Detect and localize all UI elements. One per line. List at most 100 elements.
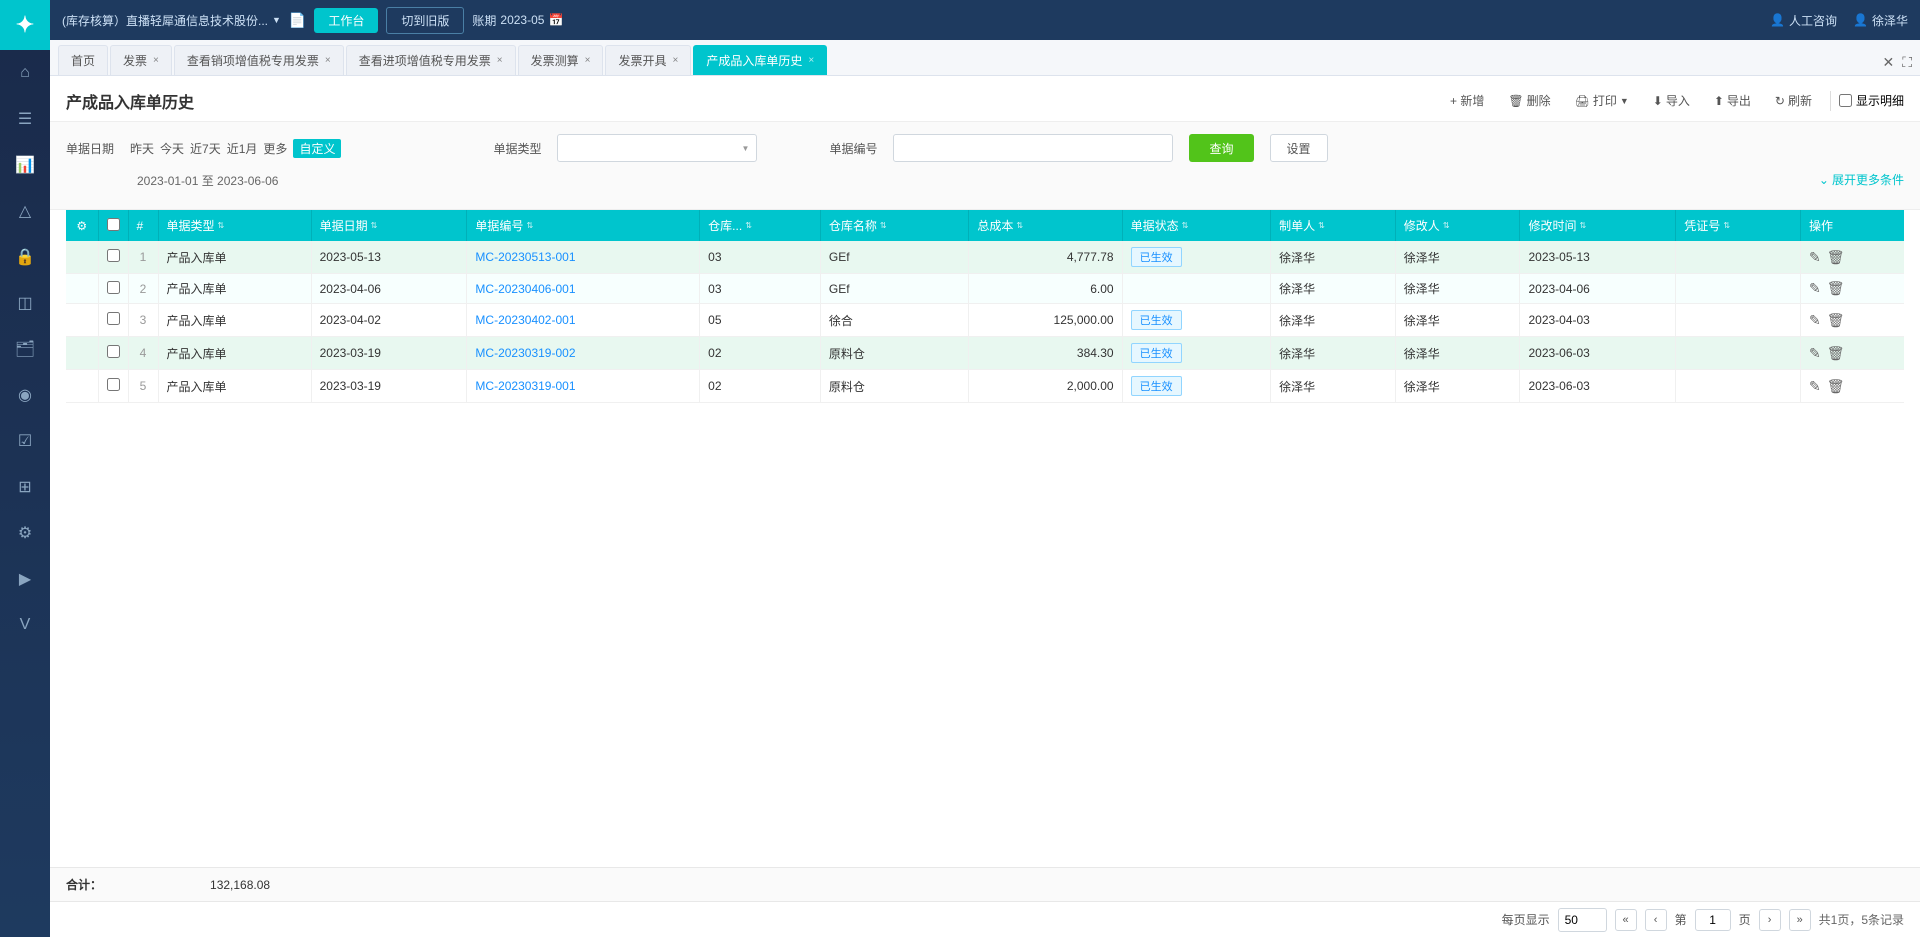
doc-num-link[interactable]: MC-20230319-001 xyxy=(475,379,575,393)
export-label: 导出 xyxy=(1727,92,1751,109)
row-checkbox-1[interactable] xyxy=(107,281,120,294)
sidebar-item-v[interactable]: V xyxy=(0,602,50,648)
th-modify-time[interactable]: 修改时间⇅ xyxy=(1520,210,1676,241)
th-settings[interactable]: ⚙ xyxy=(66,210,98,241)
sidebar-item-triangle[interactable]: △ xyxy=(0,188,50,234)
next-page-button[interactable]: › xyxy=(1759,909,1781,931)
per-page-select[interactable]: 50 100 200 xyxy=(1558,908,1607,932)
expand-more-btn[interactable]: ⌄ 展开更多条件 xyxy=(1819,171,1904,188)
row-checkbox-2[interactable] xyxy=(107,312,120,325)
row-checkbox-4[interactable] xyxy=(107,378,120,391)
td-voucher-num xyxy=(1676,337,1801,370)
delete-row-icon[interactable]: 🗑 xyxy=(1827,280,1845,297)
tab-invoice[interactable]: 发票 × xyxy=(110,45,172,75)
switch-version-button[interactable]: 切到旧版 xyxy=(386,7,464,34)
print-button[interactable]: 🖨 打印 ▼ xyxy=(1565,88,1639,113)
delete-row-icon[interactable]: 🗑 xyxy=(1827,378,1845,395)
sidebar-item-check[interactable]: ☑ xyxy=(0,418,50,464)
tab-invoice-open[interactable]: 发票开具 × xyxy=(605,45,691,75)
td-doc-num[interactable]: MC-20230402-001 xyxy=(467,304,700,337)
th-warehouse-name[interactable]: 仓库名称⇅ xyxy=(820,210,969,241)
th-total-cost[interactable]: 总成本⇅ xyxy=(969,210,1122,241)
tab-invoice-calc-close[interactable]: × xyxy=(585,55,591,66)
workspace-button[interactable]: 工作台 xyxy=(314,8,378,33)
doc-num-link[interactable]: MC-20230319-002 xyxy=(475,346,575,360)
th-doc-date[interactable]: 单据日期⇅ xyxy=(311,210,467,241)
doc-num-input[interactable] xyxy=(893,134,1173,162)
th-doc-num[interactable]: 单据编号⇅ xyxy=(467,210,700,241)
td-doc-num[interactable]: MC-20230406-001 xyxy=(467,274,700,304)
date-custom[interactable]: 自定义 xyxy=(293,139,341,158)
first-page-button[interactable]: « xyxy=(1615,909,1637,931)
refresh-button[interactable]: ↻ 刷新 xyxy=(1765,88,1822,113)
help-section[interactable]: 👤 人工咨询 xyxy=(1770,12,1837,29)
delete-row-icon[interactable]: 🗑 xyxy=(1827,312,1845,329)
sidebar-item-play[interactable]: ▶ xyxy=(0,556,50,602)
delete-row-icon[interactable]: 🗑 xyxy=(1827,345,1845,362)
tab-view-purchase-vat[interactable]: 查看进项增值税专用发票 × xyxy=(346,45,516,75)
th-voucher-num[interactable]: 凭证号⇅ xyxy=(1676,210,1801,241)
show-detail-checkbox[interactable] xyxy=(1839,94,1852,107)
sidebar-item-layout[interactable]: ◫ xyxy=(0,280,50,326)
show-detail-checkbox-wrap[interactable]: 显示明细 xyxy=(1839,92,1904,109)
th-creator[interactable]: 制单人⇅ xyxy=(1271,210,1396,241)
doc-type-select[interactable] xyxy=(557,134,757,162)
page-number-input[interactable] xyxy=(1695,909,1731,931)
select-all-checkbox[interactable] xyxy=(107,218,120,231)
sidebar-item-home[interactable]: ⌂ xyxy=(0,50,50,96)
last-page-button[interactable]: » xyxy=(1789,909,1811,931)
date-yesterday[interactable]: 昨天 xyxy=(130,140,154,157)
th-doc-type[interactable]: 单据类型⇅ xyxy=(158,210,311,241)
import-button[interactable]: ⬇ 导入 xyxy=(1643,88,1700,113)
delete-row-icon[interactable]: 🗑 xyxy=(1827,249,1845,266)
date-more[interactable]: 更多 xyxy=(263,140,287,157)
td-actions: ✎ 🗑 xyxy=(1800,370,1904,403)
doc-num-link[interactable]: MC-20230513-001 xyxy=(475,250,575,264)
row-checkbox-0[interactable] xyxy=(107,249,120,262)
tabbar-maximize-button[interactable]: ⛶ xyxy=(1902,54,1912,71)
date-7days[interactable]: 近7天 xyxy=(190,140,221,157)
user-section[interactable]: 👤 徐泽华 xyxy=(1853,12,1908,29)
date-1month[interactable]: 近1月 xyxy=(227,140,258,157)
tab-invoice-open-close[interactable]: × xyxy=(672,55,678,66)
export-button[interactable]: ⬆ 导出 xyxy=(1704,88,1761,113)
query-button[interactable]: 查询 xyxy=(1189,134,1253,162)
tab-view-sales-vat[interactable]: 查看销项增值税专用发票 × xyxy=(174,45,344,75)
sidebar-item-lock[interactable]: 🔒 xyxy=(0,234,50,280)
td-doc-num[interactable]: MC-20230319-002 xyxy=(467,337,700,370)
th-modifier[interactable]: 修改人⇅ xyxy=(1395,210,1520,241)
sidebar-item-grid[interactable]: ⊞ xyxy=(0,464,50,510)
set-button[interactable]: 设置 xyxy=(1270,134,1328,162)
tabbar-close-all-button[interactable]: ✕ xyxy=(1882,54,1894,71)
new-button[interactable]: + 新增 xyxy=(1440,88,1494,113)
tab-view-sales-vat-close[interactable]: × xyxy=(325,55,331,66)
td-doc-num[interactable]: MC-20230319-001 xyxy=(467,370,700,403)
tab-product-inbound[interactable]: 产成品入库单历史 × xyxy=(693,45,827,75)
date-today[interactable]: 今天 xyxy=(160,140,184,157)
doc-num-link[interactable]: MC-20230402-001 xyxy=(475,313,575,327)
tab-view-purchase-vat-close[interactable]: × xyxy=(497,55,503,66)
sidebar-item-settings[interactable]: ⚙ xyxy=(0,510,50,556)
prev-page-button[interactable]: ‹ xyxy=(1645,909,1667,931)
doc-num-link[interactable]: MC-20230406-001 xyxy=(475,282,575,296)
company-selector[interactable]: (库存核算）直播轻犀通信息技术股份... ▼ xyxy=(62,12,281,29)
td-warehouse-code: 03 xyxy=(700,274,821,304)
edit-icon[interactable]: ✎ xyxy=(1809,312,1821,329)
th-warehouse-code[interactable]: 仓库...⇅ xyxy=(700,210,821,241)
delete-button[interactable]: 🗑 删除 xyxy=(1498,88,1560,113)
edit-icon[interactable]: ✎ xyxy=(1809,378,1821,395)
edit-icon[interactable]: ✎ xyxy=(1809,345,1821,362)
tab-invoice-calc[interactable]: 发票测算 × xyxy=(518,45,604,75)
sidebar-item-circle[interactable]: ◉ xyxy=(0,372,50,418)
tab-home[interactable]: 首页 xyxy=(58,45,108,75)
td-doc-num[interactable]: MC-20230513-001 xyxy=(467,241,700,274)
th-doc-status[interactable]: 单据状态⇅ xyxy=(1122,210,1271,241)
edit-icon[interactable]: ✎ xyxy=(1809,249,1821,266)
tab-product-inbound-close[interactable]: × xyxy=(808,55,814,66)
edit-icon[interactable]: ✎ xyxy=(1809,280,1821,297)
row-checkbox-3[interactable] xyxy=(107,345,120,358)
sidebar-item-analytics[interactable]: 📊 xyxy=(0,142,50,188)
sidebar-item-menu[interactable]: ☰ xyxy=(0,96,50,142)
sidebar-item-folder[interactable]: 🗂 xyxy=(0,326,50,372)
tab-invoice-close[interactable]: × xyxy=(153,55,159,66)
